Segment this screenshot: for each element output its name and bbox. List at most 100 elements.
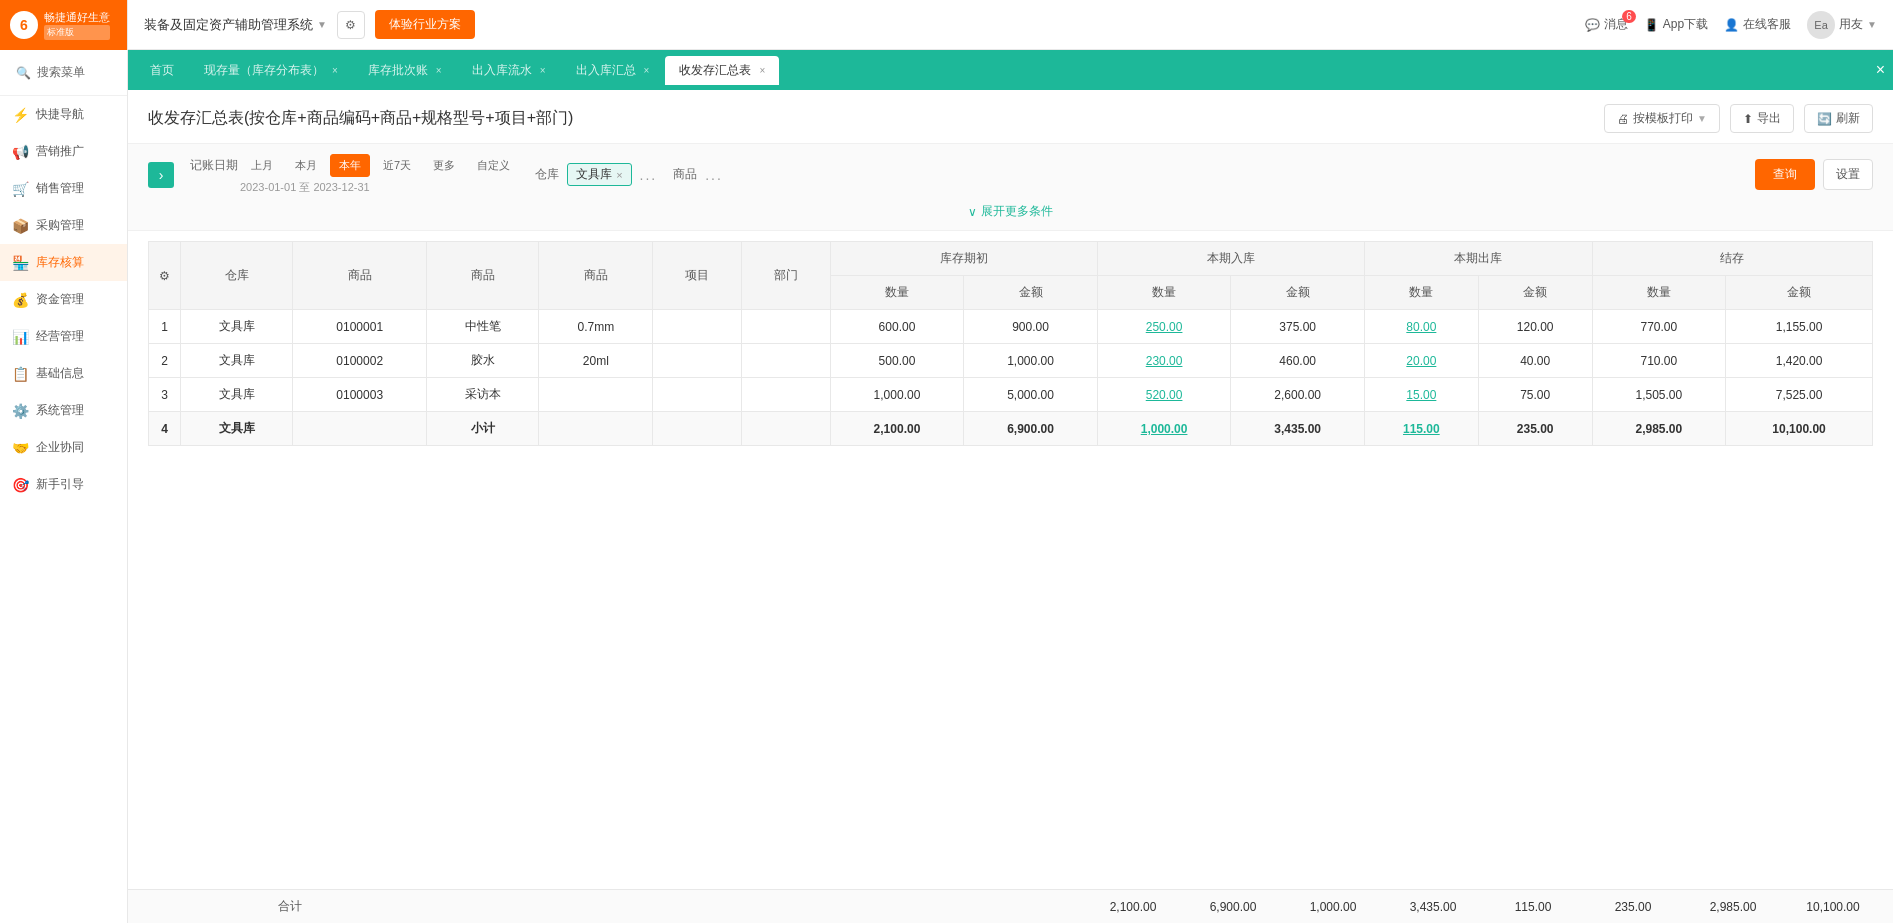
date-btn-this-year[interactable]: 本年 [330, 154, 370, 177]
refresh-button[interactable]: 🔄 刷新 [1804, 104, 1873, 133]
tab-close-inout-summary[interactable]: × [644, 65, 650, 76]
sidebar-item-sales[interactable]: 🛒 销售管理 [0, 170, 127, 207]
expand-more-button[interactable]: ∨ 展开更多条件 [968, 203, 1053, 220]
enterprise-icon: 🤝 [12, 440, 28, 456]
tab-stock-dist[interactable]: 现存量（库存分布表） × [190, 56, 352, 85]
operation-icon: 📊 [12, 329, 28, 345]
tab-close-inout-flow[interactable]: × [540, 65, 546, 76]
th-dept: 部门 [741, 242, 830, 310]
row-begin-qty-2: 1,000.00 [830, 378, 964, 412]
row-end-qty-3: 2,985.00 [1592, 412, 1726, 446]
date-filter-group: 记账日期 上月 本月 本年 近7天 更多 自定义 2023-01-01 至 20… [190, 154, 519, 195]
th-end-qty: 数量 [1592, 276, 1726, 310]
sidebar-item-inventory[interactable]: 🏪 库存核算 [0, 244, 127, 281]
date-btn-last-month[interactable]: 上月 [242, 154, 282, 177]
row-out-qty-0[interactable]: 80.00 [1364, 310, 1478, 344]
row-in-amount-0: 375.00 [1231, 310, 1365, 344]
sidebar-item-marketing[interactable]: 📢 营销推广 [0, 133, 127, 170]
row-in-qty-1[interactable]: 230.00 [1097, 344, 1231, 378]
tab-inout-summary[interactable]: 出入库汇总 × [562, 56, 664, 85]
tab-close-recv-send[interactable]: × [759, 65, 765, 76]
row-out-amount-2: 75.00 [1478, 378, 1592, 412]
header-right: 💬 消息 6 📱 App下载 👤 在线客服 Ea 用友 ▼ [1585, 11, 1877, 39]
warehouse-tag: 文具库 × [567, 163, 631, 186]
print-button[interactable]: 🖨 按模板打印 ▼ [1604, 104, 1720, 133]
query-button[interactable]: 查询 [1755, 159, 1815, 190]
row-in-qty-2[interactable]: 520.00 [1097, 378, 1231, 412]
sidebar-item-finance[interactable]: 💰 资金管理 [0, 281, 127, 318]
table-container: ⚙ 仓库 商品 商品 商品 项目 部门 库存期初 本期入库 本期出库 结存 数量 [128, 241, 1893, 466]
tab-close-stock-dist[interactable]: × [332, 65, 338, 76]
search-menu-button[interactable]: 🔍 搜索菜单 [8, 58, 119, 87]
sidebar-item-basic[interactable]: 📋 基础信息 [0, 355, 127, 392]
row-num-1: 2 [149, 344, 181, 378]
online-service-button[interactable]: 👤 在线客服 [1724, 16, 1791, 33]
row-goods-spec-2 [539, 378, 653, 412]
sidebar-item-quick-nav[interactable]: ⚡ 快捷导航 [0, 96, 127, 133]
message-badge: 6 [1622, 10, 1636, 23]
system-title-dropdown[interactable]: 装备及固定资产辅助管理系统 ▼ [144, 16, 327, 34]
row-begin-qty-1: 500.00 [830, 344, 964, 378]
sidebar-item-system[interactable]: ⚙️ 系统管理 [0, 392, 127, 429]
header-left: 装备及固定资产辅助管理系统 ▼ ⚙ 体验行业方案 [144, 10, 475, 39]
row-in-qty-3[interactable]: 1,000.00 [1097, 412, 1231, 446]
row-goods-code-0: 0100001 [293, 310, 427, 344]
tab-recv-send[interactable]: 收发存汇总表 × [665, 56, 779, 85]
warehouse-filter-group: 仓库 文具库 × ... [535, 163, 657, 186]
date-btn-this-month[interactable]: 本月 [286, 154, 326, 177]
date-btn-custom[interactable]: 自定义 [468, 154, 519, 177]
row-num-3: 4 [149, 412, 181, 446]
row-out-qty-3[interactable]: 115.00 [1364, 412, 1478, 446]
set-button[interactable]: 设置 [1823, 159, 1873, 190]
refresh-icon: 🔄 [1817, 112, 1832, 126]
print-chevron-icon: ▼ [1697, 113, 1707, 124]
user-menu[interactable]: Ea 用友 ▼ [1807, 11, 1877, 39]
date-btn-more[interactable]: 更多 [424, 154, 464, 177]
row-out-qty-1[interactable]: 20.00 [1364, 344, 1478, 378]
trial-button[interactable]: 体验行业方案 [375, 10, 475, 39]
sidebar-item-enterprise[interactable]: 🤝 企业协同 [0, 429, 127, 466]
warehouse-tag-close-button[interactable]: × [616, 169, 622, 181]
row-goods-code-1: 0100002 [293, 344, 427, 378]
row-dept-1 [741, 344, 830, 378]
row-in-qty-0[interactable]: 250.00 [1097, 310, 1231, 344]
th-period-out: 本期出库 [1364, 242, 1592, 276]
row-warehouse-0: 文具库 [181, 310, 293, 344]
th-settings[interactable]: ⚙ [149, 242, 181, 310]
sidebar-item-purchase[interactable]: 📦 采购管理 [0, 207, 127, 244]
export-button[interactable]: ⬆ 导出 [1730, 104, 1794, 133]
warehouse-more-button[interactable]: ... [640, 167, 658, 183]
tab-close-batch[interactable]: × [436, 65, 442, 76]
tab-home[interactable]: 首页 [136, 56, 188, 85]
row-begin-qty-0: 600.00 [830, 310, 964, 344]
system-title-text: 装备及固定资产辅助管理系统 [144, 16, 313, 34]
th-begin-amount: 金额 [964, 276, 1098, 310]
row-warehouse-3: 文具库 [181, 412, 293, 446]
date-btn-7days[interactable]: 近7天 [374, 154, 420, 177]
settings-button[interactable]: ⚙ [337, 11, 365, 39]
date-label: 记账日期 [190, 157, 238, 174]
row-num-0: 1 [149, 310, 181, 344]
filter-buttons: 查询 设置 [1755, 159, 1873, 190]
row-warehouse-1: 文具库 [181, 344, 293, 378]
row-goods-name-1: 胶水 [426, 344, 538, 378]
row-dept-0 [741, 310, 830, 344]
goods-more-button[interactable]: ... [705, 167, 723, 183]
row-begin-amount-0: 900.00 [964, 310, 1098, 344]
sidebar-item-operation[interactable]: 📊 经营管理 [0, 318, 127, 355]
tab-batch[interactable]: 库存批次账 × [354, 56, 456, 85]
download-icon: 📱 [1644, 18, 1659, 32]
row-project-3 [653, 412, 742, 446]
export-icon: ⬆ [1743, 112, 1753, 126]
tab-inout-flow[interactable]: 出入库流水 × [458, 56, 560, 85]
app-download-button[interactable]: 📱 App下载 [1644, 16, 1708, 33]
table-row: 2 文具库 0100002 胶水 20ml 500.00 1,000.00 23… [149, 344, 1873, 378]
close-all-tabs-button[interactable]: × [1876, 61, 1885, 79]
filter-expand-arrow[interactable]: › [148, 162, 174, 188]
row-out-qty-2[interactable]: 15.00 [1364, 378, 1478, 412]
sidebar-search[interactable]: 🔍 搜索菜单 [0, 50, 127, 96]
logo-text-line1: 畅捷通好生意 [44, 10, 110, 25]
sidebar-item-guide[interactable]: 🎯 新手引导 [0, 466, 127, 503]
message-button[interactable]: 💬 消息 6 [1585, 16, 1628, 33]
th-goods-code: 商品 [293, 242, 427, 310]
